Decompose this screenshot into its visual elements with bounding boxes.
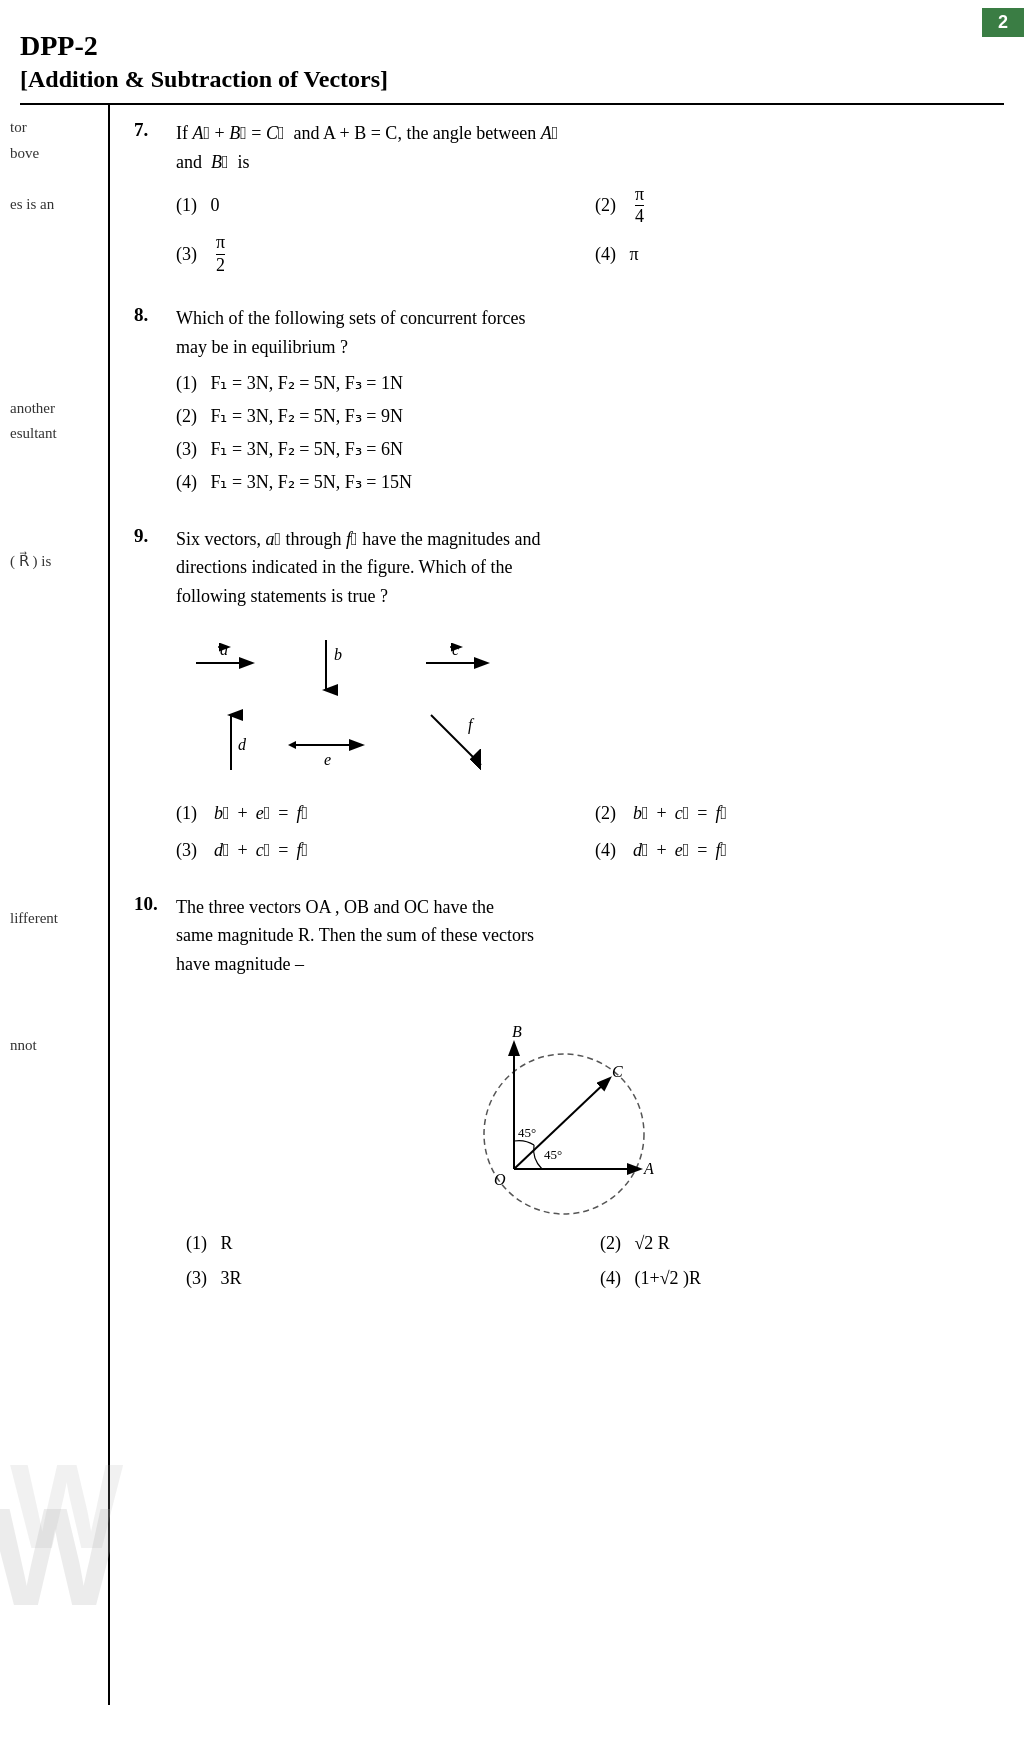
q7-opt4: (4) π (595, 233, 994, 276)
svg-text:W: W (0, 1478, 110, 1635)
svg-text:45°: 45° (544, 1147, 562, 1162)
page-header: DPP-2 [Addition & Subtraction of Vectors… (0, 0, 1024, 105)
q9-options: (1) b⃗ + e⃗ = f⃗ (2) b⃗ + c⃗ = f⃗ (3) d⃗… (176, 799, 994, 865)
q7-opt3: (3) π 2 (176, 233, 575, 276)
q10-circle-diagram: A B C O 45° 45° (134, 989, 994, 1219)
q10-text: The three vectors OA , OB and OC have th… (176, 893, 994, 979)
q10-options: (1) R (2) √2 R (3) 3R (4) (1+√2 )R (186, 1229, 994, 1293)
q8-opt3: (3) F₁ = 3N, F₂ = 5N, F₃ = 6N (176, 435, 994, 464)
q10-opt4: (4) (1+√2 )R (600, 1264, 994, 1293)
svg-line-15 (431, 715, 481, 765)
q10-diagram-svg: A B C O 45° 45° (434, 989, 694, 1219)
q9-opt1: (1) b⃗ + e⃗ = f⃗ (176, 799, 575, 828)
subtitle: [Addition & Subtraction of Vectors] (20, 66, 1004, 93)
q8-options: (1) F₁ = 3N, F₂ = 5N, F₃ = 1N (2) F₁ = 3… (176, 369, 994, 496)
svg-text:A: A (643, 1160, 654, 1177)
question-10: 10. The three vectors OA , OB and OC hav… (134, 893, 994, 1293)
question-8: 8. Which of the following sets of concur… (134, 304, 994, 497)
q10-number: 10. (134, 893, 164, 915)
svg-text:f: f (468, 716, 475, 734)
q8-opt2: (2) F₁ = 3N, F₂ = 5N, F₃ = 9N (176, 402, 994, 431)
page-number: 2 (982, 8, 1024, 37)
q9-opt4: (4) d⃗ + e⃗ = f⃗ (595, 836, 994, 865)
question-9: 9. Six vectors, a⃗ through f⃗ have the m… (134, 525, 994, 865)
left-sidebar: tor bove es is an another esultant ( R⃗ … (0, 105, 110, 1705)
svg-text:b: b (334, 646, 342, 663)
main-content: 7. If A⃗ + B⃗ = C⃗ and A + B = C, the an… (110, 105, 1024, 1705)
svg-text:O: O (494, 1171, 506, 1188)
svg-text:B: B (512, 1023, 522, 1040)
q10-opt2: (2) √2 R (600, 1229, 994, 1258)
q7-opt2: (2) π 4 (595, 185, 994, 228)
q7-options: (1) 0 (2) π 4 (3) π 2 (176, 185, 994, 276)
main-title: DPP-2 (20, 30, 1004, 62)
sidebar-watermark: W (0, 1445, 110, 1645)
content-area: tor bove es is an another esultant ( R⃗ … (0, 105, 1024, 1705)
q8-opt4: (4) F₁ = 3N, F₂ = 5N, F₃ = 15N (176, 468, 994, 497)
svg-marker-13 (288, 741, 296, 749)
question-7: 7. If A⃗ + B⃗ = C⃗ and A + B = C, the an… (134, 119, 994, 276)
q7-text: If A⃗ + B⃗ = C⃗ and A + B = C, the angle… (176, 119, 994, 177)
q8-number: 8. (134, 304, 164, 326)
svg-text:C: C (612, 1063, 623, 1080)
q7-opt1: (1) 0 (176, 185, 575, 228)
svg-text:c: c (452, 641, 459, 658)
q9-header: 9. Six vectors, a⃗ through f⃗ have the m… (134, 525, 994, 611)
svg-text:e: e (324, 751, 331, 768)
svg-text:45°: 45° (518, 1125, 536, 1140)
svg-text:d: d (238, 736, 247, 753)
svg-text:a: a (220, 641, 228, 658)
q9-vector-diagram: a b c d (176, 625, 994, 785)
q10-opt1: (1) R (186, 1229, 580, 1258)
vector-diagram-svg: a b c d (176, 625, 556, 785)
q7-header: 7. If A⃗ + B⃗ = C⃗ and A + B = C, the an… (134, 119, 994, 177)
q8-text: Which of the following sets of concurren… (176, 304, 994, 362)
q9-text: Six vectors, a⃗ through f⃗ have the magn… (176, 525, 994, 611)
q10-header: 10. The three vectors OA , OB and OC hav… (134, 893, 994, 979)
q7-number: 7. (134, 119, 164, 141)
q9-opt2: (2) b⃗ + c⃗ = f⃗ (595, 799, 994, 828)
q8-opt1: (1) F₁ = 3N, F₂ = 5N, F₃ = 1N (176, 369, 994, 398)
q9-opt3: (3) d⃗ + c⃗ = f⃗ (176, 836, 575, 865)
sidebar-notes: tor bove es is an another esultant ( R⃗ … (10, 115, 98, 1059)
q10-opt3: (3) 3R (186, 1264, 580, 1293)
q9-number: 9. (134, 525, 164, 547)
q8-header: 8. Which of the following sets of concur… (134, 304, 994, 362)
